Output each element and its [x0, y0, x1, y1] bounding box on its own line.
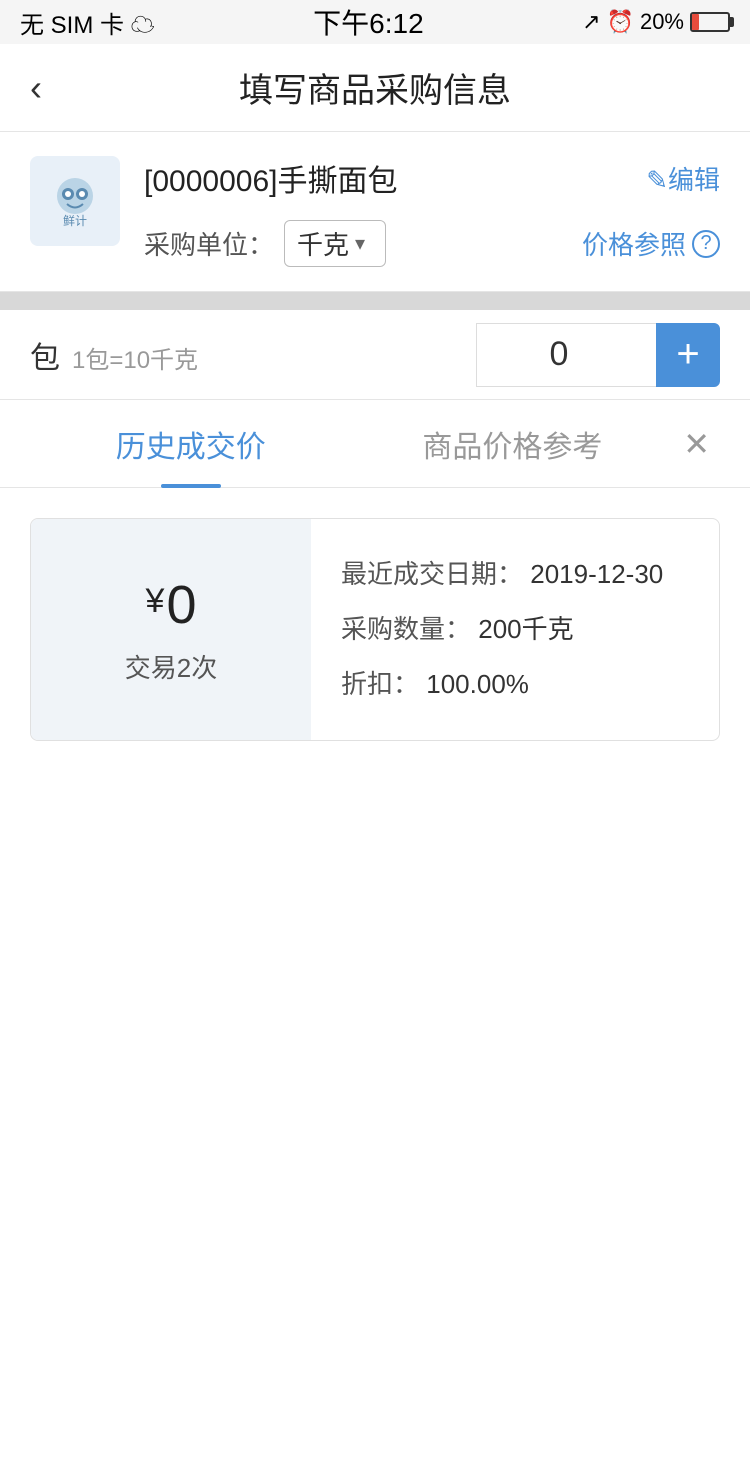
trade-discount-value: 100.00% [426, 669, 529, 699]
trade-qty-value: 200千克 [478, 614, 573, 644]
trade-date-label: 最近成交日期： [341, 559, 523, 589]
trade-left: ¥ 0 交易2次 [31, 519, 311, 740]
unit-label: 采购单位： [144, 225, 274, 262]
trade-discount-row: 折扣： 100.00% [341, 665, 689, 704]
price-ref-label: 价格参照 [582, 225, 686, 262]
trade-right: 最近成交日期： 2019-12-30 采购数量： 200千克 折扣： 100.0… [311, 519, 719, 740]
qty-input-area: + [476, 323, 720, 387]
price-value: 0 [166, 574, 196, 636]
tab-history-price[interactable]: 历史成交价 [30, 400, 352, 488]
svg-text:鲜计: 鲜计 [63, 214, 87, 228]
product-info: [0000006]手撕面包 ✎编辑 采购单位： 千克 价格参照 ? [144, 156, 720, 267]
quantity-row: 包 1包=10千克 + [0, 310, 750, 400]
status-right: ↗ ⏰ 20% [582, 9, 730, 35]
trade-discount-label: 折扣： [341, 669, 419, 699]
price-reference-button[interactable]: 价格参照 ? [582, 225, 720, 262]
gray-divider [0, 292, 750, 310]
trade-price: ¥ 0 [146, 574, 197, 636]
tab-product-price-ref[interactable]: 商品价格参考 [352, 400, 674, 488]
status-bar: 无 SIM 卡 ☁ 下午6:12 ↗ ⏰ 20% [0, 0, 750, 44]
trade-qty-row: 采购数量： 200千克 [341, 610, 689, 649]
qty-label-area: 包 1包=10千克 [30, 333, 198, 377]
currency-symbol: ¥ [146, 582, 165, 621]
qty-unit: 包 [30, 333, 60, 377]
product-logo: 鲜计 [30, 156, 120, 246]
tabs-container: 历史成交价 商品价格参考 ✕ ¥ 0 交易2次 最近成交日期： 2019-12-… [0, 400, 750, 771]
tabs-header: 历史成交价 商品价格参考 ✕ [0, 400, 750, 488]
unit-row: 采购单位： 千克 价格参照 ? [144, 220, 720, 267]
quantity-input[interactable] [476, 323, 656, 387]
qty-conversion: 1包=10千克 [72, 340, 198, 375]
quantity-plus-button[interactable]: + [656, 323, 720, 387]
battery-pct: 20% [640, 9, 684, 35]
battery-icon [690, 12, 730, 32]
back-button[interactable]: ‹ [30, 57, 52, 119]
page-rest [0, 771, 750, 1471]
page-title: 填写商品采购信息 [239, 63, 511, 112]
nav-header: ‹ 填写商品采购信息 [0, 44, 750, 132]
trade-date-value: 2019-12-30 [530, 559, 663, 589]
trade-qty-label: 采购数量： [341, 614, 471, 644]
trade-date-row: 最近成交日期： 2019-12-30 [341, 555, 689, 594]
unit-selector: 采购单位： 千克 [144, 220, 386, 267]
location-icon: ↗ [582, 9, 600, 35]
alarm-icon: ⏰ [607, 9, 634, 35]
trade-count: 交易2次 [125, 648, 217, 685]
product-name: [0000006]手撕面包 [144, 156, 397, 200]
product-name-row: [0000006]手撕面包 ✎编辑 [144, 156, 720, 200]
status-time: 下午6:12 [313, 2, 424, 42]
help-icon: ? [692, 230, 720, 258]
trade-card: ¥ 0 交易2次 最近成交日期： 2019-12-30 采购数量： 200千克 … [30, 518, 720, 741]
tab-history-label: 历史成交价 [116, 422, 266, 466]
product-card: 鲜计 [0000006]手撕面包 ✎编辑 采购单位： 千克 价格参照 ? [0, 132, 750, 292]
sim-label: 无 SIM 卡 ☁ [20, 5, 155, 40]
tab-product-price-label: 商品价格参考 [422, 422, 602, 466]
product-logo-icon: 鲜计 [45, 171, 105, 231]
unit-value: 千克 [297, 225, 349, 262]
trade-content: ¥ 0 交易2次 最近成交日期： 2019-12-30 采购数量： 200千克 … [0, 488, 750, 771]
unit-dropdown[interactable]: 千克 [284, 220, 386, 267]
edit-button[interactable]: ✎编辑 [646, 160, 720, 197]
status-left: 无 SIM 卡 ☁ [20, 5, 155, 40]
tab-close-button[interactable]: ✕ [673, 418, 720, 470]
